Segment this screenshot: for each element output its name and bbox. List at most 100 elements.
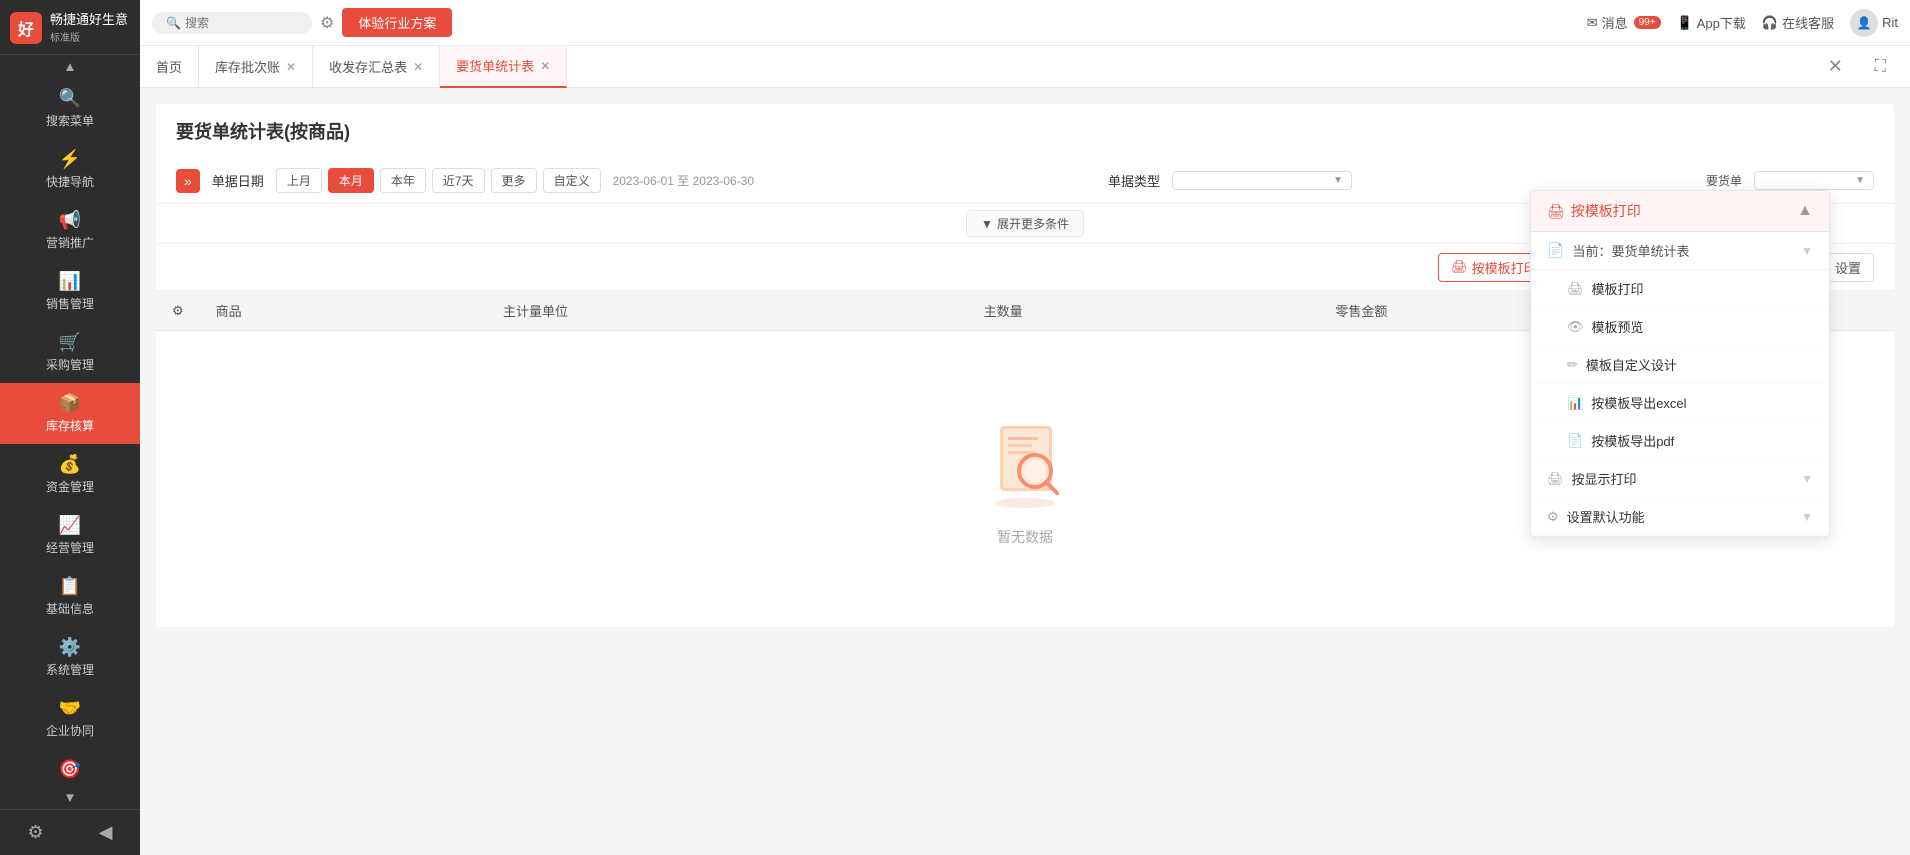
empty-illustration bbox=[975, 411, 1075, 511]
extra-filter-label: 要货单 bbox=[1706, 172, 1742, 189]
close-tab-inventory-batch[interactable]: ✕ bbox=[286, 60, 296, 74]
bill-type-label: 单据类型 bbox=[1108, 171, 1160, 190]
sidebar-item-marketing[interactable]: 📢 营销推广 bbox=[0, 200, 140, 261]
search-input[interactable] bbox=[185, 16, 285, 30]
main-area: 🔍 ⚙ 体验行业方案 ✉ 消息 99+ 📱 App下载 🎧 在线客服 👤 Rit bbox=[140, 0, 1910, 855]
date-btn-this-year[interactable]: 本年 bbox=[380, 168, 426, 193]
dropdown-item-template-custom[interactable]: ✏ 模板自定义设计 bbox=[1531, 346, 1829, 384]
display-print-icon: 🖨 bbox=[1547, 471, 1564, 487]
sidebar-item-label: 新手引导 bbox=[46, 783, 94, 786]
col-goods: 商品 bbox=[200, 291, 487, 331]
dropdown-close-btn[interactable]: ▲ bbox=[1797, 202, 1813, 220]
dropdown-title-text: 按模板打印 bbox=[1571, 201, 1641, 221]
current-template-label: 当前：要货单统计表 bbox=[1572, 241, 1689, 260]
basic-icon: 📋 bbox=[59, 576, 81, 597]
topbar-right: ✉ 消息 99+ 📱 App下载 🎧 在线客服 👤 Rit bbox=[1587, 9, 1898, 37]
sidebar-scroll-down[interactable]: ▼ bbox=[0, 786, 140, 809]
tab-inventory-batch[interactable]: 库存批次账 ✕ bbox=[199, 46, 313, 88]
close-tab-receivable[interactable]: ✕ bbox=[413, 60, 423, 74]
sidebar-item-guide[interactable]: 🎯 新手引导 bbox=[0, 749, 140, 786]
sidebar-item-purchase[interactable]: 🛒 采购管理 bbox=[0, 322, 140, 383]
section-arrow: ▼ bbox=[1801, 472, 1813, 486]
tab-order-stat[interactable]: 要货单统计表 ✕ bbox=[440, 46, 567, 88]
marketing-icon: 📢 bbox=[59, 210, 81, 231]
current-template-row[interactable]: 📄 当前：要货单统计表 ▼ bbox=[1531, 232, 1829, 270]
sidebar-item-search[interactable]: 🔍 搜索菜单 bbox=[0, 78, 140, 139]
extra-filter-select[interactable]: ▼ bbox=[1754, 171, 1874, 190]
dropdown-header: 🖨 按模板打印 ▲ bbox=[1531, 191, 1829, 232]
maximize-btn[interactable]: ⛶ bbox=[1863, 58, 1898, 76]
system-icon: ⚙️ bbox=[59, 637, 81, 658]
sidebar-item-quick-nav[interactable]: ⚡ 快捷导航 bbox=[0, 139, 140, 200]
sidebar-item-finance[interactable]: 💰 资金管理 bbox=[0, 444, 140, 505]
tab-receivable-label: 收发存汇总表 bbox=[329, 57, 407, 76]
close-window-btn[interactable]: ✕ bbox=[1816, 56, 1855, 77]
dropdown-item-template-print[interactable]: 🖨 模板打印 bbox=[1531, 270, 1829, 308]
bill-type-select[interactable]: ▼ bbox=[1172, 171, 1352, 190]
dropdown-item-template-preview[interactable]: 👁 模板预览 bbox=[1531, 308, 1829, 346]
date-btn-more[interactable]: 更多 bbox=[491, 168, 537, 193]
sidebar-item-sales[interactable]: 📊 销售管理 bbox=[0, 261, 140, 322]
sidebar-item-operation[interactable]: 📈 经营管理 bbox=[0, 505, 140, 566]
settings-bottom-btn[interactable]: ⚙ bbox=[20, 818, 52, 847]
date-buttons: 上月 本月 本年 近7天 更多 自定义 bbox=[276, 168, 601, 193]
sidebar-item-label: 营销推广 bbox=[46, 234, 94, 251]
app-download-label: App下载 bbox=[1697, 13, 1746, 32]
cooperation-icon: 🤝 bbox=[59, 698, 81, 719]
dropdown-section-default-func[interactable]: ⚙ 设置默认功能 ▼ bbox=[1531, 498, 1829, 536]
design-icon: ✏ bbox=[1567, 357, 1578, 373]
settings-gear-icon[interactable]: ⚙ bbox=[320, 13, 334, 33]
template-print-label: 按模板打印 bbox=[1472, 258, 1537, 277]
topbar: 🔍 ⚙ 体验行业方案 ✉ 消息 99+ 📱 App下载 🎧 在线客服 👤 Rit bbox=[140, 0, 1910, 46]
collapse-btn[interactable]: ◀ bbox=[91, 818, 121, 847]
close-tab-order-stat[interactable]: ✕ bbox=[540, 59, 550, 73]
tab-receivable[interactable]: 收发存汇总表 ✕ bbox=[313, 46, 440, 88]
excel-icon: 📊 bbox=[1567, 395, 1583, 411]
sidebar-item-basic[interactable]: 📋 基础信息 bbox=[0, 566, 140, 627]
date-btn-this-month[interactable]: 本月 bbox=[328, 168, 374, 193]
search-box[interactable]: 🔍 bbox=[152, 12, 312, 34]
online-service-label: 在线客服 bbox=[1782, 13, 1834, 32]
print-icon: 🖨 bbox=[1567, 281, 1584, 297]
sidebar-item-inventory[interactable]: 📦 库存核算 bbox=[0, 383, 140, 444]
user-avatar[interactable]: 👤 Rit bbox=[1850, 9, 1898, 37]
item-label: 模板预览 bbox=[1592, 317, 1644, 336]
sidebar: 好 畅捷通好生意 标准版 ▲ 🔍 搜索菜单 ⚡ 快捷导航 📢 营销推广 📊 销售… bbox=[0, 0, 140, 855]
col-unit: 主计量单位 bbox=[487, 291, 968, 331]
sidebar-item-label: 企业协同 bbox=[46, 722, 94, 739]
sidebar-item-system[interactable]: ⚙️ 系统管理 bbox=[0, 627, 140, 688]
date-btn-last-month[interactable]: 上月 bbox=[276, 168, 322, 193]
dropdown-item-export-pdf[interactable]: 📄 按模板导出pdf bbox=[1531, 422, 1829, 460]
sidebar-item-label: 搜索菜单 bbox=[46, 112, 94, 129]
dropdown-section-display-print[interactable]: 🖨 按显示打印 ▼ bbox=[1531, 460, 1829, 498]
preview-icon: 👁 bbox=[1567, 319, 1584, 335]
section-arrow: ▼ bbox=[1801, 510, 1813, 524]
dropdown-printer-icon: 🖨 bbox=[1547, 203, 1565, 220]
date-btn-last-7days[interactable]: 近7天 bbox=[432, 168, 485, 193]
expand-more-btn[interactable]: ▼ 展开更多条件 bbox=[966, 210, 1084, 237]
message-icon: ✉ bbox=[1587, 15, 1598, 31]
sidebar-nav: 🔍 搜索菜单 ⚡ 快捷导航 📢 营销推广 📊 销售管理 🛒 采购管理 📦 库存核… bbox=[0, 78, 140, 786]
col-settings[interactable]: ⚙ bbox=[156, 291, 200, 331]
message-btn[interactable]: ✉ 消息 99+ bbox=[1587, 13, 1661, 32]
sidebar-scroll-up[interactable]: ▲ bbox=[0, 55, 140, 78]
tabbar: 首页 库存批次账 ✕ 收发存汇总表 ✕ 要货单统计表 ✕ ✕ ⛶ bbox=[140, 46, 1910, 88]
tab-home-label: 首页 bbox=[156, 57, 182, 76]
tab-home[interactable]: 首页 bbox=[140, 46, 199, 88]
quick-nav-icon: ⚡ bbox=[59, 149, 81, 170]
sidebar-item-cooperation[interactable]: 🤝 企业协同 bbox=[0, 688, 140, 749]
expand-btn[interactable]: » bbox=[176, 169, 200, 193]
finance-icon: 💰 bbox=[59, 454, 81, 475]
item-label: 模板自定义设计 bbox=[1586, 355, 1677, 374]
avatar: 👤 bbox=[1850, 9, 1878, 37]
app-download-btn[interactable]: 📱 App下载 bbox=[1677, 13, 1746, 32]
sales-icon: 📊 bbox=[59, 271, 81, 292]
printer-icon: 🖨 bbox=[1451, 259, 1468, 275]
date-btn-custom[interactable]: 自定义 bbox=[543, 168, 601, 193]
sidebar-item-label: 系统管理 bbox=[46, 661, 94, 678]
dropdown-item-export-excel[interactable]: 📊 按模板导出excel bbox=[1531, 384, 1829, 422]
online-service-btn[interactable]: 🎧 在线客服 bbox=[1762, 13, 1834, 32]
trial-button[interactable]: 体验行业方案 bbox=[342, 8, 452, 37]
tab-order-stat-label: 要货单统计表 bbox=[456, 56, 534, 75]
gear-icon: ⚙ bbox=[172, 303, 184, 318]
